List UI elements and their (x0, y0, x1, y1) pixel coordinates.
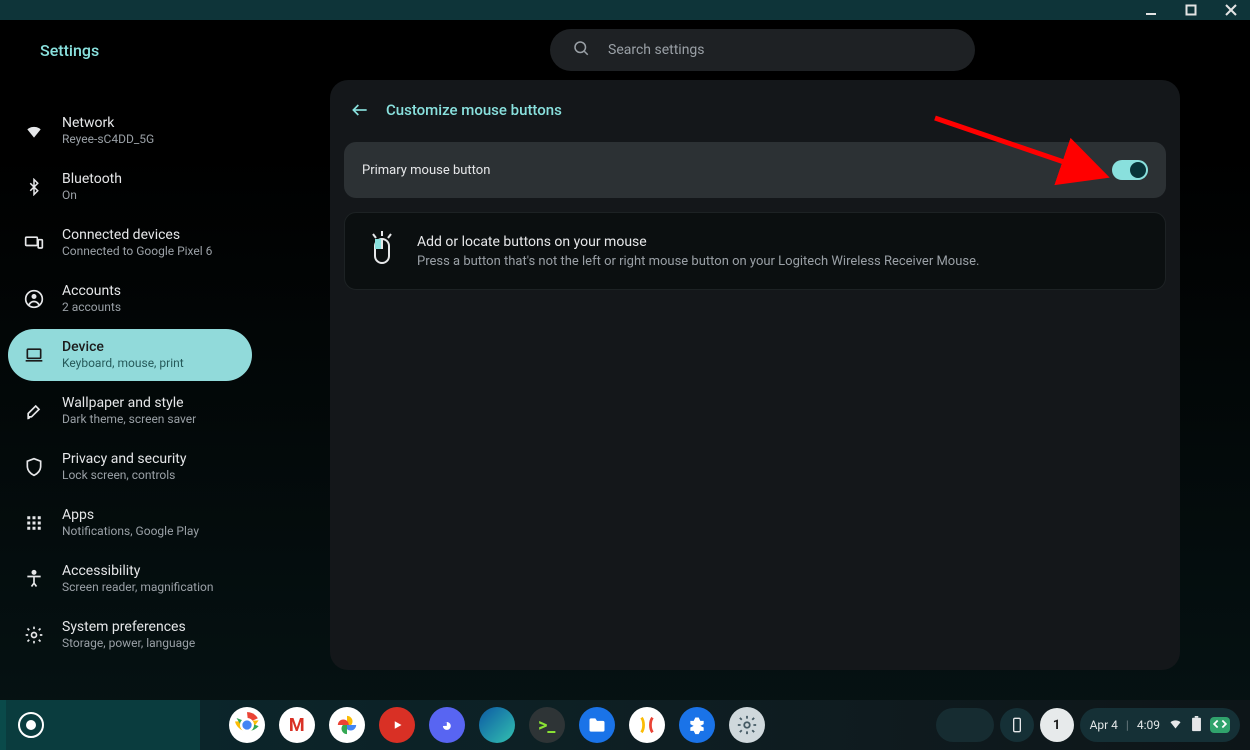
primary-mouse-label: Primary mouse button (362, 163, 490, 178)
sidebar-item-label: Device (62, 339, 184, 357)
shelf-app-generic-2[interactable] (679, 707, 715, 743)
sidebar-item-sub: Reyee-sC4DD_5G (62, 132, 154, 147)
wifi-status-icon (1168, 716, 1183, 734)
shield-icon (22, 455, 46, 479)
sidebar-item-label: Privacy and security (62, 451, 186, 469)
account-icon (22, 287, 46, 311)
tray-date: Apr 4 (1090, 718, 1118, 732)
sidebar-item-label: Connected devices (62, 227, 212, 245)
bluetooth-icon (22, 175, 46, 199)
sidebar-item-label: Bluetooth (62, 171, 122, 189)
shelf-app-edge[interactable] (479, 707, 515, 743)
sidebar-item-accessibility[interactable]: Accessibility Screen reader, magnificati… (8, 553, 252, 605)
add-locate-buttons-card: Add or locate buttons on your mouse Pres… (344, 212, 1166, 290)
primary-mouse-toggle[interactable] (1112, 160, 1148, 180)
info-card-description: Press a button that's not the left or ri… (417, 254, 979, 269)
brush-icon (22, 399, 46, 423)
shelf-app-gmail[interactable]: M (279, 707, 315, 743)
laptop-icon (22, 343, 46, 367)
battery-status-icon (1191, 716, 1202, 735)
sidebar-item-sub: Dark theme, screen saver (62, 412, 196, 427)
sidebar-item-wallpaper[interactable]: Wallpaper and style Dark theme, screen s… (8, 385, 252, 437)
apps-grid-icon (22, 511, 46, 535)
sidebar-item-sub: Keyboard, mouse, print (62, 356, 184, 371)
window-maximize-button[interactable] (1180, 0, 1202, 20)
sidebar-item-sub: Storage, power, language (62, 636, 195, 651)
shelf-app-files[interactable] (579, 707, 615, 743)
launcher-button[interactable] (18, 712, 44, 738)
primary-mouse-button-row: Primary mouse button (344, 142, 1166, 198)
app-header: Settings (0, 20, 1250, 80)
shelf-app-terminal[interactable]: >_ (529, 707, 565, 743)
dev-mode-icon (1210, 717, 1230, 733)
window-close-button[interactable] (1220, 0, 1242, 20)
info-card-title: Add or locate buttons on your mouse (417, 234, 979, 250)
tray-holding-space[interactable] (936, 708, 994, 742)
system-tray[interactable]: Apr 4 | 4:09 (1080, 708, 1240, 742)
back-button[interactable] (350, 100, 370, 120)
sidebar-item-system[interactable]: System preferences Storage, power, langu… (8, 609, 252, 661)
search-input[interactable] (606, 41, 953, 59)
sidebar-item-device[interactable]: Device Keyboard, mouse, print (8, 329, 252, 381)
shelf-app-settings[interactable] (729, 707, 765, 743)
sidebar-item-label: Accounts (62, 283, 121, 301)
search-icon (572, 39, 590, 61)
window-minimize-button[interactable] (1140, 0, 1162, 20)
accessibility-icon (22, 567, 46, 591)
shelf-app-chrome[interactable] (229, 707, 265, 743)
sidebar-item-label: System preferences (62, 619, 195, 637)
wifi-icon (22, 119, 46, 143)
sidebar-item-label: Wallpaper and style (62, 395, 196, 413)
sidebar-item-sub: On (62, 188, 122, 203)
sidebar-item-bluetooth[interactable]: Bluetooth On (8, 161, 252, 213)
mouse-click-icon (367, 231, 397, 271)
sidebar-item-sub: Notifications, Google Play (62, 524, 199, 539)
settings-sidebar: Network Reyee-sC4DD_5G Bluetooth On Conn… (0, 80, 260, 700)
window-titlebar (0, 0, 1250, 20)
sidebar-item-sub: Lock screen, controls (62, 468, 186, 483)
shelf-app-discord[interactable]: ◕ (429, 707, 465, 743)
sidebar-item-label: Network (62, 115, 154, 133)
sidebar-item-privacy[interactable]: Privacy and security Lock screen, contro… (8, 441, 252, 493)
sidebar-item-accounts[interactable]: Accounts 2 accounts (8, 273, 252, 325)
sidebar-item-network[interactable]: Network Reyee-sC4DD_5G (8, 105, 252, 157)
sidebar-item-connected-devices[interactable]: Connected devices Connected to Google Pi… (8, 217, 252, 269)
toggle-knob (1130, 162, 1146, 178)
page-title: Customize mouse buttons (386, 101, 562, 119)
tray-phone-hub[interactable] (1000, 708, 1034, 742)
app-title: Settings (40, 41, 99, 60)
settings-subpage: Customize mouse buttons Primary mouse bu… (330, 80, 1180, 670)
shelf-app-photos[interactable] (329, 707, 365, 743)
shelf: M ◕ >_ 1 Apr 4 | 4:09 (0, 700, 1250, 750)
gear-icon (22, 623, 46, 647)
sidebar-item-label: Accessibility (62, 563, 213, 581)
sidebar-item-sub: Connected to Google Pixel 6 (62, 244, 212, 259)
devices-icon (22, 231, 46, 255)
search-field-wrap[interactable] (550, 29, 975, 71)
shelf-app-generic-1[interactable] (629, 707, 665, 743)
sidebar-item-sub: Screen reader, magnification (62, 580, 213, 595)
shelf-app-youtube[interactable] (379, 707, 415, 743)
tray-notifications[interactable]: 1 (1040, 708, 1074, 742)
sidebar-item-apps[interactable]: Apps Notifications, Google Play (8, 497, 252, 549)
sidebar-item-sub: 2 accounts (62, 300, 121, 315)
tray-time: 4:09 (1137, 718, 1160, 732)
sidebar-item-label: Apps (62, 507, 199, 525)
